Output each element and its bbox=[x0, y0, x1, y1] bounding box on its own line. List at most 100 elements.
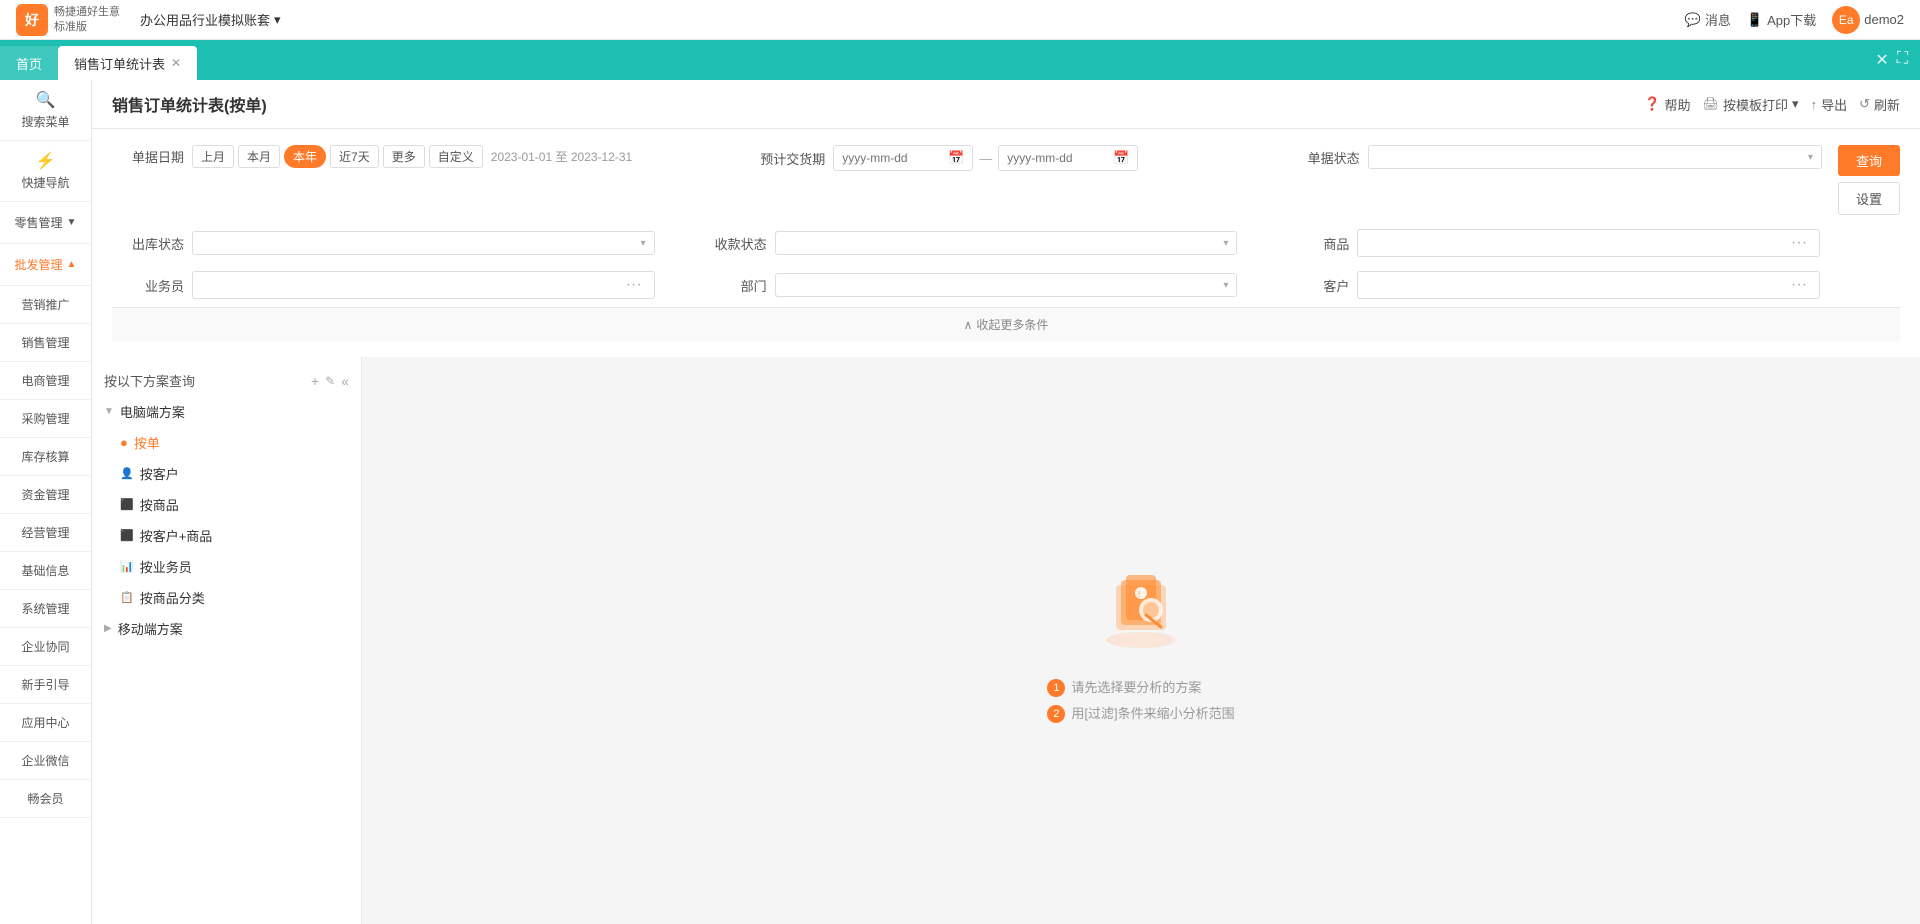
sidebar: 🔍 搜索菜单 ⚡ 快捷导航 零售管理 ▼ 批发管理 ▲ 营销推广 销售管理 电商… bbox=[0, 80, 92, 924]
chevron-down-icon: ▼ bbox=[67, 217, 77, 228]
chevron-down-icon: ▾ bbox=[1223, 238, 1228, 249]
date-button-group: 上月 本月 本年 近7天 更多 自定义 bbox=[192, 145, 483, 168]
messages-button[interactable]: 💬 消息 bbox=[1685, 10, 1731, 29]
tree-item-by-customer[interactable]: 👤 按客户 bbox=[100, 458, 361, 489]
date-btn-this-month[interactable]: 本月 bbox=[238, 145, 280, 168]
sidebar-item-newbie[interactable]: 新手引导 bbox=[0, 666, 91, 704]
sidebar-item-system[interactable]: 系统管理 bbox=[0, 590, 91, 628]
receipt-status-label: 收款状态 bbox=[695, 234, 775, 253]
left-panel-actions: + ✎ « bbox=[311, 373, 349, 389]
empty-illustration: ! bbox=[1091, 555, 1191, 655]
status-select[interactable]: ▾ bbox=[1368, 145, 1822, 169]
content-area: 销售订单统计表(按单) ❓ 帮助 🖨 按模板打印 ▾ ↑ 导出 ↺ 刷新 bbox=[92, 80, 1920, 924]
help-button[interactable]: ❓ 帮助 bbox=[1644, 95, 1690, 114]
chevron-up-icon: ▲ bbox=[67, 259, 77, 270]
goods-label: 商品 bbox=[1277, 234, 1357, 253]
user-menu[interactable]: Ea demo2 bbox=[1832, 6, 1904, 34]
sidebar-item-operations[interactable]: 经营管理 bbox=[0, 514, 91, 552]
sidebar-item-ecommerce[interactable]: 电商管理 bbox=[0, 362, 91, 400]
sidebar-item-sales[interactable]: 销售管理 bbox=[0, 324, 91, 362]
active-item-icon: ● bbox=[120, 435, 128, 450]
sidebar-item-finance[interactable]: 资金管理 bbox=[0, 476, 91, 514]
sidebar-item-enterprise-wechat[interactable]: 企业微信 bbox=[0, 742, 91, 780]
customer-icon: 👤 bbox=[120, 467, 134, 480]
more-options-icon[interactable]: ··· bbox=[1787, 234, 1811, 252]
salesperson-icon: 📊 bbox=[120, 560, 134, 573]
tree-item-by-goods[interactable]: ⬛ 按商品 bbox=[100, 489, 361, 520]
app-download-button[interactable]: 📱 App下载 bbox=[1747, 10, 1816, 29]
sidebar-item-wholesale[interactable]: 批发管理 ▲ bbox=[0, 244, 91, 286]
sidebar-item-basic[interactable]: 基础信息 bbox=[0, 552, 91, 590]
tab-close-icon[interactable]: ✕ bbox=[171, 56, 181, 70]
expected-date-to-input[interactable]: 📅 bbox=[998, 145, 1138, 171]
logo-text: 畅捷通好生意 标准版 bbox=[54, 5, 120, 34]
status-field[interactable] bbox=[1377, 150, 1808, 164]
edit-scheme-button[interactable]: ✎ bbox=[325, 374, 335, 388]
date-btn-custom[interactable]: 自定义 bbox=[429, 145, 483, 168]
download-icon: 📱 bbox=[1747, 12, 1763, 28]
chevron-down-icon: ▾ bbox=[1223, 280, 1228, 291]
date-to-field[interactable] bbox=[1007, 151, 1113, 165]
date-btn-more[interactable]: 更多 bbox=[383, 145, 425, 168]
tree-item-by-single[interactable]: ● 按单 bbox=[100, 427, 361, 458]
dept-field[interactable] bbox=[784, 278, 1224, 292]
receipt-status-field[interactable] bbox=[784, 236, 1224, 250]
date-btn-7days[interactable]: 近7天 bbox=[330, 145, 379, 168]
out-status-field[interactable] bbox=[201, 236, 641, 250]
tab-close-window-icon[interactable]: ✕ bbox=[1875, 50, 1888, 70]
more-options-icon[interactable]: ··· bbox=[622, 276, 646, 294]
tree-item-by-salesperson[interactable]: 📊 按业务员 bbox=[100, 551, 361, 582]
tree-group-mobile[interactable]: ▶ 移动端方案 bbox=[92, 613, 361, 644]
date-from-field[interactable] bbox=[842, 151, 948, 165]
sidebar-item-retail[interactable]: 零售管理 ▼ bbox=[0, 202, 91, 244]
goods-field[interactable] bbox=[1366, 236, 1787, 250]
out-status-label: 出库状态 bbox=[112, 234, 192, 253]
tab-home[interactable]: 首页 bbox=[0, 46, 58, 80]
search-icon: 🔍 bbox=[36, 90, 56, 110]
collapse-panel-button[interactable]: « bbox=[341, 373, 349, 389]
tab-maximize-icon[interactable]: ⛶ bbox=[1897, 50, 1908, 70]
chevron-down-icon: ▾ bbox=[274, 12, 281, 28]
collapse-up-icon: ∧ bbox=[964, 318, 973, 332]
quick-nav-icon: ⚡ bbox=[36, 151, 56, 171]
salesperson-label: 业务员 bbox=[112, 276, 192, 295]
page-header: 销售订单统计表(按单) ❓ 帮助 🖨 按模板打印 ▾ ↑ 导出 ↺ 刷新 bbox=[92, 80, 1920, 129]
template-print-button[interactable]: 🖨 按模板打印 ▾ bbox=[1703, 95, 1799, 114]
left-panel-header: 按以下方案查询 + ✎ « bbox=[92, 365, 361, 396]
tree-group-pc[interactable]: ▼ 电脑端方案 bbox=[92, 396, 361, 427]
customer-field[interactable] bbox=[1366, 278, 1787, 292]
sidebar-item-quick-nav[interactable]: ⚡ 快捷导航 bbox=[0, 141, 91, 202]
sidebar-item-purchase[interactable]: 采购管理 bbox=[0, 400, 91, 438]
add-scheme-button[interactable]: + bbox=[311, 373, 319, 389]
tree-item-by-goods-category[interactable]: 📋 按商品分类 bbox=[100, 582, 361, 613]
refresh-button[interactable]: ↺ 刷新 bbox=[1859, 95, 1900, 114]
settings-button[interactable]: 设置 bbox=[1838, 182, 1900, 215]
export-button[interactable]: ↑ 导出 bbox=[1811, 95, 1848, 114]
receipt-status-select[interactable]: ▾ bbox=[775, 231, 1238, 255]
out-status-select[interactable]: ▾ bbox=[192, 231, 655, 255]
sidebar-item-marketing[interactable]: 营销推广 bbox=[0, 286, 91, 324]
goods-select[interactable]: ··· bbox=[1357, 229, 1820, 257]
tree-item-by-customer-goods[interactable]: ⬛ 按客户+商品 bbox=[100, 520, 361, 551]
salesperson-input[interactable]: ··· bbox=[192, 271, 655, 299]
customer-input[interactable]: ··· bbox=[1357, 271, 1820, 299]
page-title: 销售订单统计表(按单) bbox=[112, 92, 267, 128]
collapse-filters-button[interactable]: ∧ 收起更多条件 bbox=[112, 307, 1900, 341]
expected-date-label: 预计交货期 bbox=[753, 149, 833, 168]
expected-date-from-input[interactable]: 📅 bbox=[833, 145, 973, 171]
dept-select[interactable]: ▾ bbox=[775, 273, 1238, 297]
top-bar: 好 畅捷通好生意 标准版 办公用品行业模拟账套 ▾ 💬 消息 📱 App下载 E… bbox=[0, 0, 1920, 40]
query-button[interactable]: 查询 bbox=[1838, 145, 1900, 176]
sidebar-item-membership[interactable]: 畅会员 bbox=[0, 780, 91, 818]
more-options-icon[interactable]: ··· bbox=[1787, 276, 1811, 294]
app-selector[interactable]: 办公用品行业模拟账套 ▾ bbox=[140, 10, 281, 29]
sidebar-item-search-menu[interactable]: 🔍 搜索菜单 bbox=[0, 80, 91, 141]
sidebar-item-app-center[interactable]: 应用中心 bbox=[0, 704, 91, 742]
sidebar-item-inventory[interactable]: 库存核算 bbox=[0, 438, 91, 476]
export-icon: ↑ bbox=[1811, 97, 1818, 112]
date-btn-this-year[interactable]: 本年 bbox=[284, 145, 326, 168]
date-btn-last-month[interactable]: 上月 bbox=[192, 145, 234, 168]
tab-sales-order-stats[interactable]: 销售订单统计表 ✕ bbox=[58, 46, 197, 80]
sidebar-item-enterprise[interactable]: 企业协同 bbox=[0, 628, 91, 666]
salesperson-field[interactable] bbox=[201, 278, 622, 292]
